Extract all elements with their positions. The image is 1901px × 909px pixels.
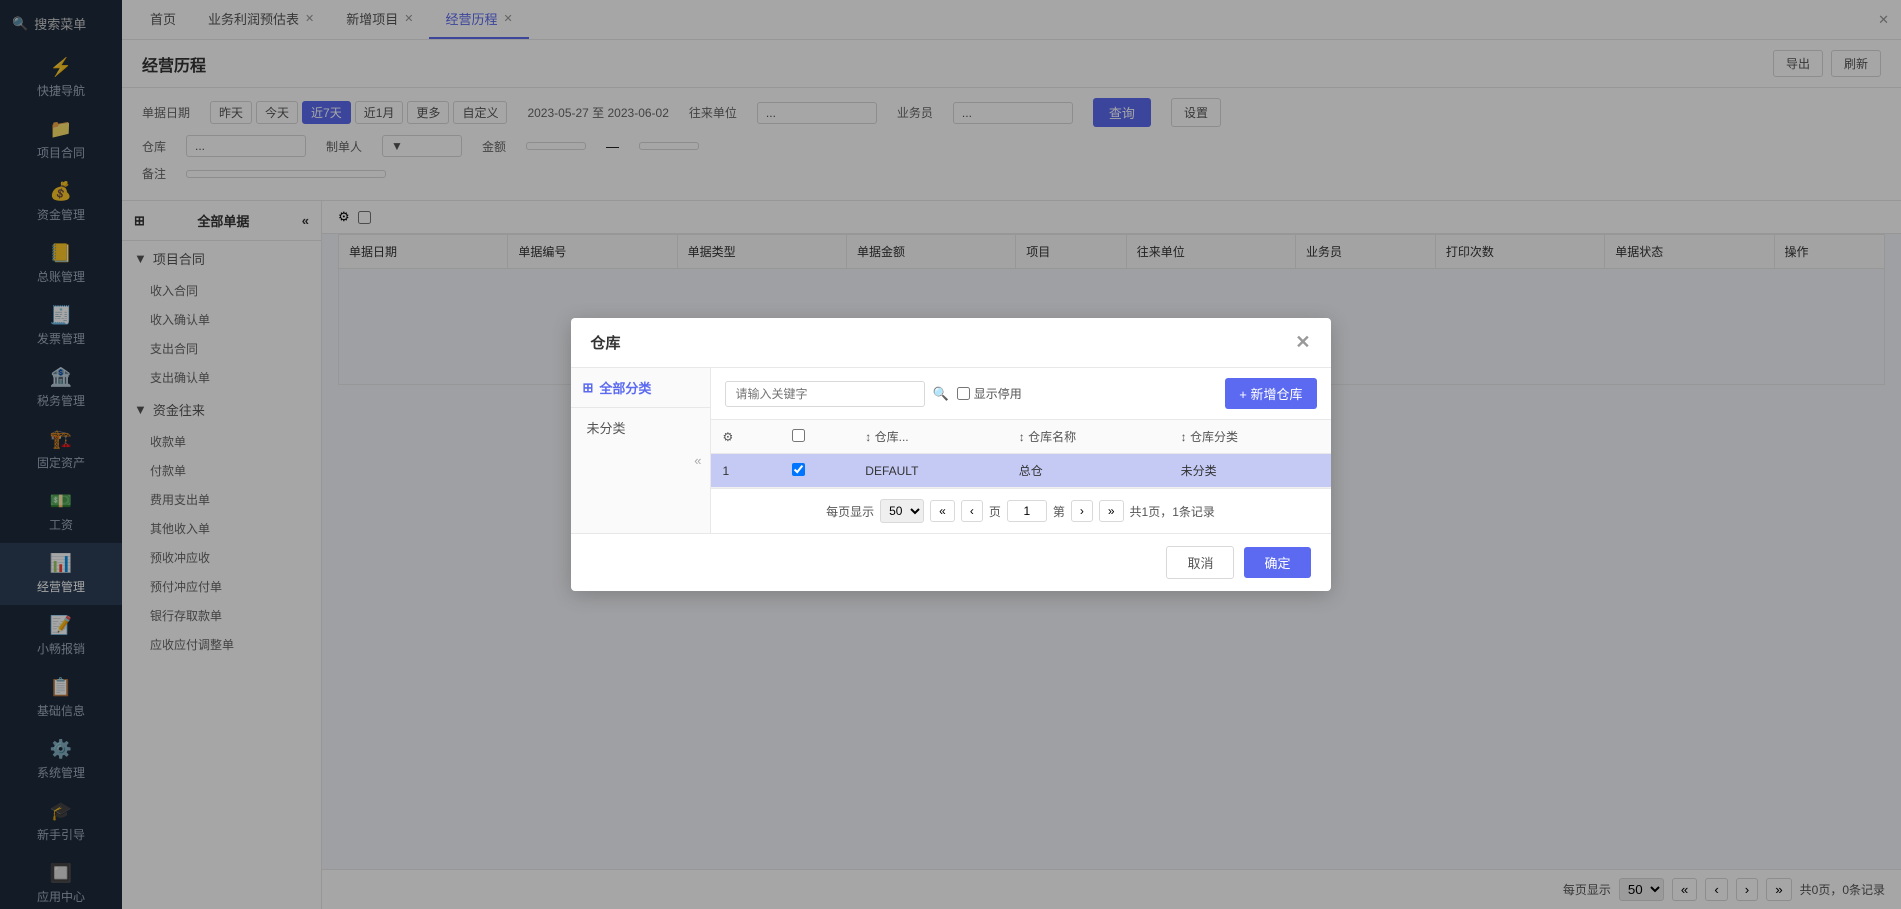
modal-table-header-row: ⚙ ↕ 仓库... ↕ 仓库名称 ↕ 仓库分类 [711,420,1331,454]
modal-left-panel: ⊞ 全部分类 未分类 « [571,368,711,533]
cancel-button[interactable]: 取消 [1166,546,1234,579]
row-settings: 1 [711,454,780,488]
modal-title: 仓库 [591,332,621,353]
col-checkbox [780,420,854,454]
add-warehouse-btn[interactable]: + 新增仓库 [1225,378,1316,409]
show-disabled-checkbox[interactable] [957,387,970,400]
warehouse-modal: 仓库 ✕ ⊞ 全部分类 未分类 « [571,318,1331,591]
modal-uncategorized-item[interactable]: 未分类 [571,408,710,447]
modal-pagination: 每页显示 50 « ‹ 页 第 › » 共1页，1条记录 [711,488,1331,533]
modal-uncategorized-label: 未分类 [587,421,626,436]
modal-last-page-btn[interactable]: » [1099,500,1124,522]
modal-grid-icon: ⊞ [583,380,594,396]
modal-search-icon[interactable]: 🔍 [933,386,949,402]
modal-all-category-label: 全部分类 [599,378,651,397]
modal-table-area: ⚙ ↕ 仓库... ↕ 仓库名称 ↕ 仓库分类 1 DEFA [711,420,1331,488]
modal-left-collapse-btn[interactable]: « [571,447,710,474]
modal-prev-page-btn[interactable]: ‹ [961,500,983,522]
modal-search-area: 🔍 显示停用 [725,381,1022,407]
modal-left-header[interactable]: ⊞ 全部分类 [571,368,710,408]
modal-overlay: 仓库 ✕ ⊞ 全部分类 未分类 « [0,0,1901,909]
modal-table-row[interactable]: 1 DEFAULT 总仓 未分类 [711,454,1331,488]
modal-per-page-label: 每页显示 [826,503,874,520]
modal-body: ⊞ 全部分类 未分类 « 🔍 [571,368,1331,533]
collapse-icon: « [694,453,701,468]
row-select-checkbox[interactable] [792,463,805,476]
select-all-modal[interactable] [792,429,805,442]
row-warehouse-category: 未分类 [1169,454,1331,488]
modal-page-label: 页 [989,503,1001,520]
col-warehouse-category[interactable]: ↕ 仓库分类 [1169,420,1331,454]
modal-close-btn[interactable]: ✕ [1295,332,1310,353]
col-warehouse-name[interactable]: ↕ 仓库名称 [1007,420,1169,454]
confirm-button[interactable]: 确定 [1244,547,1310,578]
modal-footer: 取消 确定 [571,533,1331,591]
modal-toolbar: 🔍 显示停用 + 新增仓库 [711,368,1331,420]
row-warehouse-name: 总仓 [1007,454,1169,488]
col-settings: ⚙ [711,420,780,454]
modal-right-panel: 🔍 显示停用 + 新增仓库 ⚙ [711,368,1331,533]
modal-total-info: 共1页，1条记录 [1130,503,1215,520]
col-warehouse-code[interactable]: ↕ 仓库... [853,420,1006,454]
modal-page-input[interactable] [1007,500,1047,522]
modal-page-unit: 第 [1053,503,1065,520]
row-warehouse-code: DEFAULT [853,454,1006,488]
modal-table: ⚙ ↕ 仓库... ↕ 仓库名称 ↕ 仓库分类 1 DEFA [711,420,1331,488]
modal-per-page-select[interactable]: 50 [880,499,924,523]
modal-first-page-btn[interactable]: « [930,500,955,522]
modal-next-page-btn[interactable]: › [1071,500,1093,522]
show-disabled-label[interactable]: 显示停用 [957,385,1022,402]
row-checkbox [780,454,854,488]
modal-search-input[interactable] [725,381,925,407]
modal-header: 仓库 ✕ [571,318,1331,368]
